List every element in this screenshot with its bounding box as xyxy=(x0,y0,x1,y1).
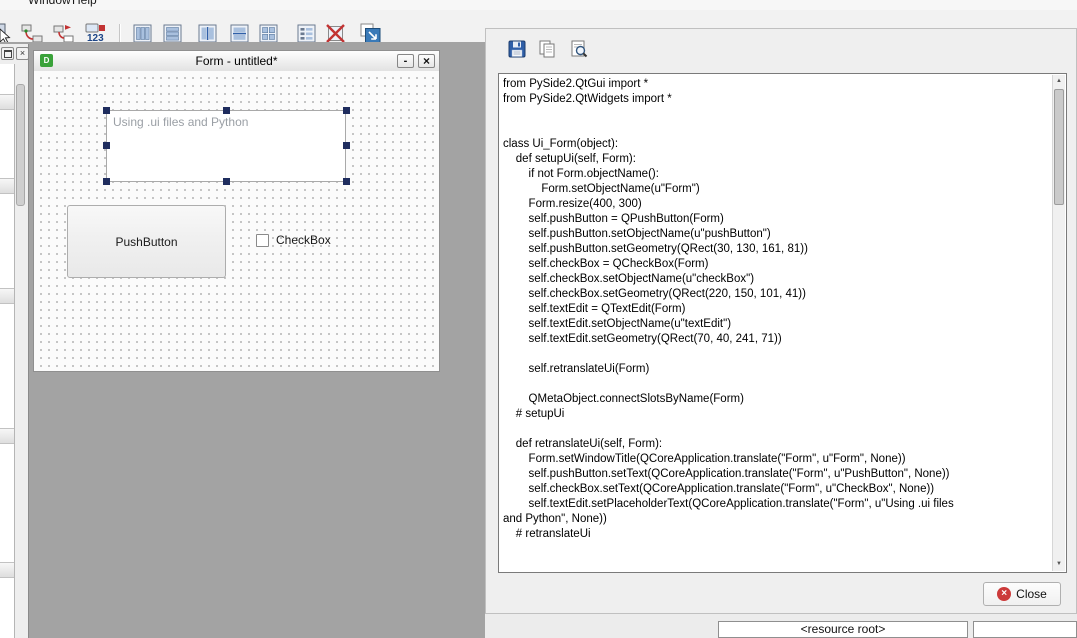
form-close-button[interactable]: × xyxy=(418,54,435,68)
resource-root-label: <resource root> xyxy=(801,622,886,636)
code-editor[interactable]: from PySide2.QtGui import * from PySide2… xyxy=(498,73,1067,573)
close-button-label: Close xyxy=(1016,587,1047,601)
view-code-dialog: from PySide2.QtGui import * from PySide2… xyxy=(485,28,1077,614)
dock-float-button[interactable] xyxy=(1,47,14,60)
widget-box-category[interactable] xyxy=(0,562,14,578)
checkbox-label: CheckBox xyxy=(276,233,331,247)
form-minimize-button[interactable]: - xyxy=(397,54,414,68)
widget-box-scrollbar[interactable] xyxy=(16,84,25,206)
textedit-widget[interactable]: Using .ui files and Python xyxy=(106,110,346,182)
widget-box-list-fragment[interactable] xyxy=(0,64,15,638)
scroll-down-icon[interactable]: ▼ xyxy=(1053,558,1065,571)
selection-handle-sw[interactable] xyxy=(103,178,110,185)
widget-box-category[interactable] xyxy=(0,288,14,304)
save-icon[interactable] xyxy=(506,38,528,60)
selection-handle-w[interactable] xyxy=(103,142,110,149)
form-titlebar[interactable]: D Form - untitled* - × xyxy=(34,51,439,72)
widget-box-category[interactable] xyxy=(0,178,14,194)
checkbox-widget[interactable]: CheckBox xyxy=(256,231,331,249)
checkbox-indicator[interactable] xyxy=(256,234,269,247)
float-icon xyxy=(4,50,12,58)
widget-box-dock-fragment: × xyxy=(0,44,29,638)
widget-box-category[interactable] xyxy=(0,94,14,110)
code-scrollbar[interactable]: ▲ ▼ xyxy=(1052,75,1065,571)
main-toolbar: 123 xyxy=(0,9,485,43)
selection-handle-e[interactable] xyxy=(343,142,350,149)
form-canvas[interactable]: Using .ui files and Python PushButton Ch… xyxy=(34,71,439,371)
bottom-panel-fragment: <resource root> xyxy=(485,614,1077,638)
code-text: from PySide2.QtGui import * from PySide2… xyxy=(499,74,1066,545)
find-icon[interactable] xyxy=(568,38,590,60)
form-editor-window: D Form - untitled* - × Using .ui files a… xyxy=(33,50,440,372)
selection-handle-s[interactable] xyxy=(223,178,230,185)
selection-handle-n[interactable] xyxy=(223,107,230,114)
resource-panel-fragment[interactable] xyxy=(973,621,1077,638)
selection-handle-ne[interactable] xyxy=(343,107,350,114)
widget-box-category[interactable] xyxy=(0,428,14,444)
scrollbar-thumb[interactable] xyxy=(1054,89,1064,205)
pushbutton-widget[interactable]: PushButton xyxy=(67,205,226,278)
selection-handle-nw[interactable] xyxy=(103,107,110,114)
selection-handle-se[interactable] xyxy=(343,178,350,185)
form-title: Form - untitled* xyxy=(34,51,439,71)
resource-root-item[interactable]: <resource root> xyxy=(718,621,968,638)
scroll-up-icon[interactable]: ▲ xyxy=(1053,75,1065,88)
dock-close-button[interactable]: × xyxy=(16,47,29,60)
qt-designer-window: Window Help 123 xyxy=(0,0,1077,638)
copy-icon[interactable] xyxy=(536,38,558,60)
textedit-placeholder: Using .ui files and Python xyxy=(107,111,345,133)
close-circle-icon: × xyxy=(997,587,1011,601)
dialog-close-button[interactable]: × Close xyxy=(983,582,1061,606)
